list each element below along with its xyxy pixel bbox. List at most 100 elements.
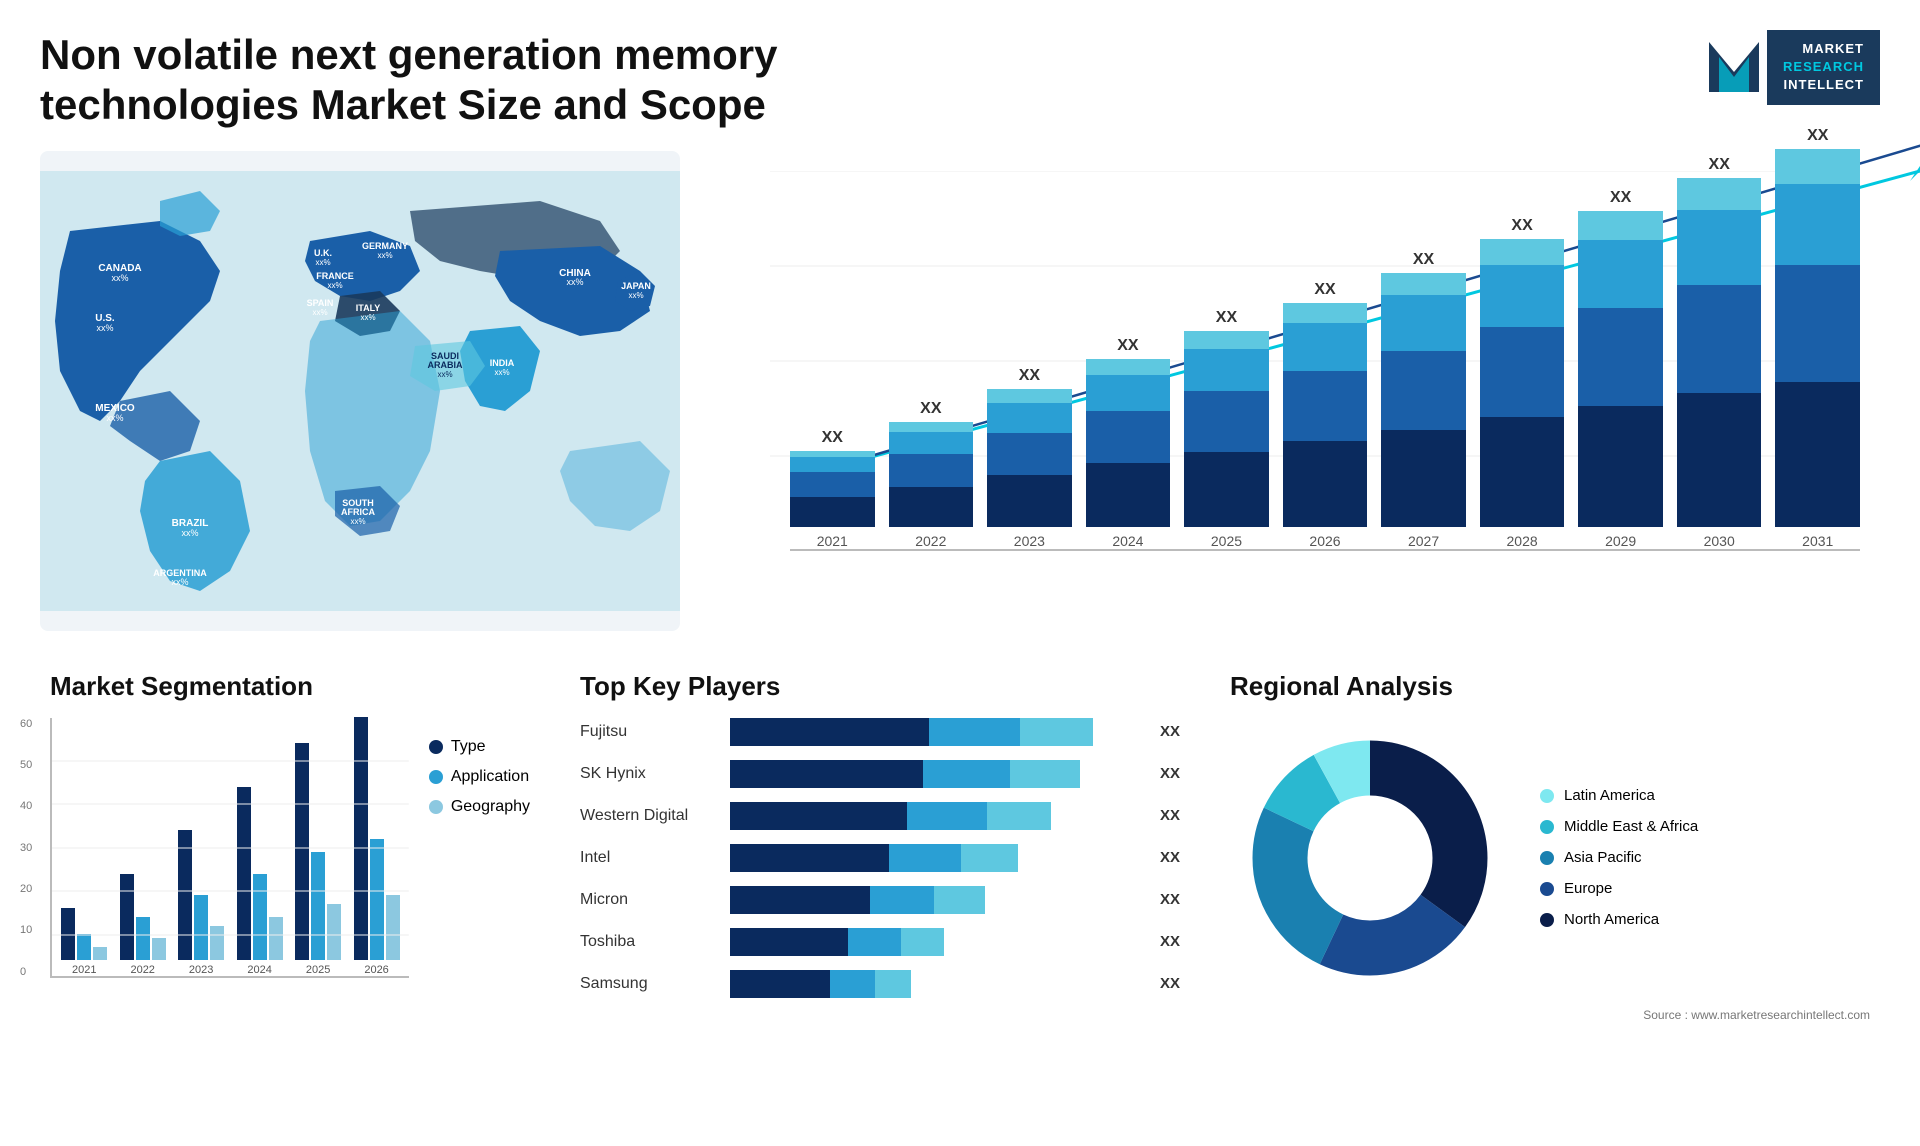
player-bar-samsung-bar xyxy=(730,970,911,998)
bar-stack-2028 xyxy=(1480,239,1565,527)
logo-text: MARKET RESEARCH INTELLECT xyxy=(1767,30,1880,105)
bar-2024: XX 2024 xyxy=(1086,337,1171,549)
seg-geo-bar-2025 xyxy=(327,904,341,960)
seg-y-axis: 0 10 20 30 40 50 60 xyxy=(20,718,32,978)
middle-east-africa-dot xyxy=(1540,820,1554,834)
seg-bars-2023 xyxy=(178,830,224,960)
bar-label-2025: XX xyxy=(1216,309,1237,327)
seg-bars-2025 xyxy=(295,743,341,960)
seg-bars: 2021 2022 xyxy=(50,718,409,978)
bar-stack-2025 xyxy=(1184,331,1269,527)
bar-label-2026: XX xyxy=(1314,281,1335,299)
type-label: Type xyxy=(451,738,486,756)
europe-dot xyxy=(1540,882,1554,896)
player-bar-micron xyxy=(730,886,1142,914)
players-list: Fujitsu XX SK Hynix xyxy=(580,718,1180,998)
year-label-2030: 2030 xyxy=(1704,533,1735,549)
logo-inner: MARKET RESEARCH INTELLECT xyxy=(1709,30,1880,105)
bar-stack-2031 xyxy=(1775,149,1860,527)
geography-label: Geography xyxy=(451,798,530,816)
seg-bars-2026 xyxy=(354,717,400,960)
player-intel: Intel XX xyxy=(580,844,1180,872)
map-section: CANADA xx% U.S. xx% MEXICO xx% BRAZIL xx… xyxy=(40,151,680,631)
svg-text:GERMANY: GERMANY xyxy=(362,241,408,251)
players-title: Top Key Players xyxy=(580,671,1180,702)
seg-legend-type: Type xyxy=(429,738,530,756)
player-bar-fujitsu-bar xyxy=(730,718,1093,746)
svg-text:FRANCE: FRANCE xyxy=(316,271,354,281)
seg-geo-bar-2023 xyxy=(210,926,224,960)
player-bar-intel-bar xyxy=(730,844,1018,872)
seg-group-2025: 2025 xyxy=(292,743,344,976)
svg-text:xx%: xx% xyxy=(171,577,188,587)
svg-text:ARABIA: ARABIA xyxy=(428,360,463,370)
players-section: Top Key Players Fujitsu XX SK Hynix xyxy=(570,661,1190,1061)
svg-text:xx%: xx% xyxy=(315,258,330,267)
player-bar-skhynix xyxy=(730,760,1142,788)
player-bar-micron-bar xyxy=(730,886,985,914)
seg-legend: Type Application Geography xyxy=(429,738,530,816)
player-bar-toshiba xyxy=(730,928,1142,956)
seg-geo-bar-2021 xyxy=(93,947,107,960)
svg-text:xx%: xx% xyxy=(312,308,327,317)
player-name-westerndigital: Western Digital xyxy=(580,807,720,825)
svg-text:xx%: xx% xyxy=(566,277,583,287)
year-label-2021: 2021 xyxy=(817,533,848,549)
year-label-2027: 2027 xyxy=(1408,533,1439,549)
year-label-2031: 2031 xyxy=(1802,533,1833,549)
seg-type-bar-2026 xyxy=(354,717,368,960)
player-xx-intel: XX xyxy=(1160,849,1180,866)
player-toshiba: Toshiba XX xyxy=(580,928,1180,956)
svg-text:xx%: xx% xyxy=(437,370,452,379)
seg-app-bar-2021 xyxy=(77,934,91,960)
asia-pacific-label: Asia Pacific xyxy=(1564,849,1642,866)
player-bar-fujitsu xyxy=(730,718,1142,746)
bar-stack-2030 xyxy=(1677,178,1762,527)
year-label-2026: 2026 xyxy=(1309,533,1340,549)
bar-label-2027: XX xyxy=(1413,251,1434,269)
logo-icon xyxy=(1709,42,1759,92)
latin-america-label: Latin America xyxy=(1564,787,1655,804)
source-text: Source : www.marketresearchintellect.com xyxy=(1230,1008,1870,1022)
bar-label-2021: XX xyxy=(822,429,843,447)
player-name-micron: Micron xyxy=(580,891,720,909)
player-xx-micron: XX xyxy=(1160,891,1180,908)
svg-text:U.K.: U.K. xyxy=(314,248,332,258)
donut-container xyxy=(1230,718,1510,998)
page-container: Non volatile next generation memory tech… xyxy=(0,0,1920,1146)
svg-text:xx%: xx% xyxy=(360,313,375,322)
asia-pacific-dot xyxy=(1540,851,1554,865)
seg-app-bar-2025 xyxy=(311,852,325,960)
player-name-toshiba: Toshiba xyxy=(580,933,720,951)
type-dot xyxy=(429,740,443,754)
seg-bars-2021 xyxy=(61,908,107,960)
top-row: CANADA xx% U.S. xx% MEXICO xx% BRAZIL xx… xyxy=(40,151,1880,631)
geography-dot xyxy=(429,800,443,814)
seg-type-bar-2022 xyxy=(120,874,134,960)
bar-2023: XX 2023 xyxy=(987,367,1072,549)
bar-2021: XX 2021 xyxy=(790,429,875,549)
seg-year-2023: 2023 xyxy=(189,964,213,976)
application-label: Application xyxy=(451,768,529,786)
legend-middle-east-africa: Middle East & Africa xyxy=(1540,818,1698,835)
seg-geo-bar-2022 xyxy=(152,938,166,960)
regional-inner: Latin America Middle East & Africa Asia … xyxy=(1230,718,1870,998)
legend-europe: Europe xyxy=(1540,880,1698,897)
bar-label-2031: XX xyxy=(1807,127,1828,145)
player-bar-westerndigital xyxy=(730,802,1142,830)
seg-group-2024: 2024 xyxy=(233,787,285,976)
player-westerndigital: Western Digital XX xyxy=(580,802,1180,830)
bar-label-2023: XX xyxy=(1019,367,1040,385)
player-bar-toshiba-bar xyxy=(730,928,944,956)
bar-stack-2026 xyxy=(1283,303,1368,527)
svg-text:ITALY: ITALY xyxy=(356,303,381,313)
seg-type-bar-2024 xyxy=(237,787,251,960)
year-label-2025: 2025 xyxy=(1211,533,1242,549)
bar-2028: XX 2028 xyxy=(1480,217,1565,549)
middle-east-africa-label: Middle East & Africa xyxy=(1564,818,1698,835)
year-label-2023: 2023 xyxy=(1014,533,1045,549)
svg-text:xx%: xx% xyxy=(377,251,392,260)
seg-bars-2022 xyxy=(120,874,166,960)
bar-label-2029: XX xyxy=(1610,189,1631,207)
player-bar-intel xyxy=(730,844,1142,872)
